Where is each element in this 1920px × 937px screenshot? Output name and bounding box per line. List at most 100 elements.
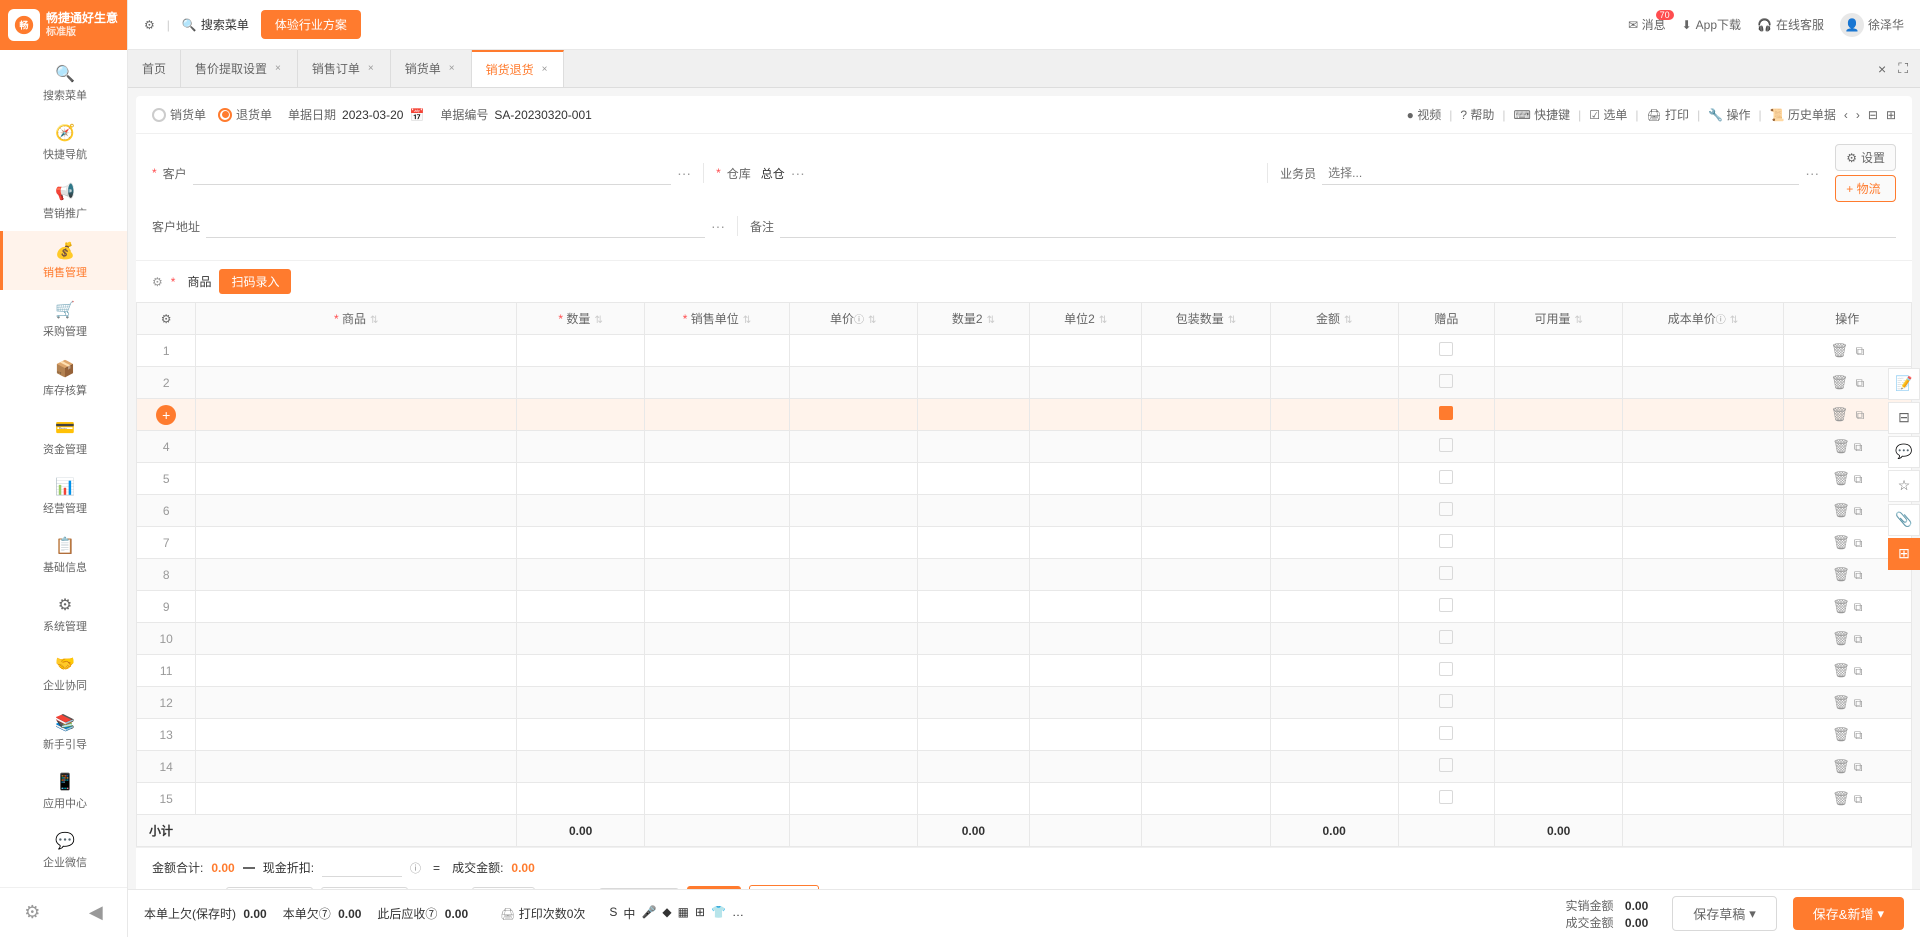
tool-6[interactable]: ⊞ xyxy=(695,905,705,922)
delete-add-row-btn[interactable]: 🗑 xyxy=(1830,406,1848,422)
copy-row-11-btn[interactable]: ⧉ xyxy=(1854,664,1863,678)
gift-checkbox-11[interactable] xyxy=(1439,662,1453,676)
discount-input[interactable] xyxy=(322,858,402,877)
copy-row-1-btn[interactable]: ⧉ xyxy=(1856,344,1865,358)
copy-row-5-btn[interactable]: ⧉ xyxy=(1854,472,1863,486)
delete-row-15-btn[interactable]: 🗑 xyxy=(1832,790,1850,806)
add-row-btn-cell[interactable]: + xyxy=(137,399,196,431)
gift-checkbox-9[interactable] xyxy=(1439,598,1453,612)
gift-cell-1[interactable] xyxy=(1398,335,1494,367)
sidebar-item-sales[interactable]: 💰 销售管理 xyxy=(0,231,127,290)
copy-row-10-btn[interactable]: ⧉ xyxy=(1854,632,1863,646)
copy-row-4-btn[interactable]: ⧉ xyxy=(1854,440,1863,454)
copy-row-14-btn[interactable]: ⧉ xyxy=(1854,760,1863,774)
scan-input-btn[interactable]: 扫码录入 xyxy=(219,269,291,294)
tool-8[interactable]: … xyxy=(732,905,744,922)
tab-close-all-btn[interactable]: × xyxy=(1874,57,1890,81)
cost-cell-add[interactable] xyxy=(1623,399,1783,431)
gear-header-icon[interactable]: ⚙ xyxy=(161,312,172,326)
customer-dots-btn[interactable]: ··· xyxy=(677,165,691,181)
radio-sale[interactable]: 销货单 xyxy=(152,106,206,123)
user-avatar-btn[interactable]: 👤 徐泽华 xyxy=(1840,13,1904,37)
price-cell-1[interactable] xyxy=(789,335,917,367)
staff-dots-btn[interactable]: ··· xyxy=(1805,165,1819,181)
sidebar-item-app[interactable]: 📱 应用中心 xyxy=(0,762,127,821)
tab-sale-slip[interactable]: 销货单 × xyxy=(391,50,472,88)
copy-add-row-btn[interactable]: ⧉ xyxy=(1856,408,1865,422)
tab-close-sale-order[interactable]: × xyxy=(366,61,376,76)
delete-row-1-btn[interactable]: 🗑 xyxy=(1830,342,1848,358)
tab-close-sale-slip[interactable]: × xyxy=(447,61,457,76)
nav-settings[interactable]: ⚙ 搜索菜单 xyxy=(144,18,155,32)
gift-checkbox-8[interactable] xyxy=(1439,566,1453,580)
gift-checkbox-13[interactable] xyxy=(1439,726,1453,740)
operation-link[interactable]: 🔧 操作 xyxy=(1708,106,1750,123)
gift-checkbox-15[interactable] xyxy=(1439,790,1453,804)
history-link[interactable]: 📜 历史单据 xyxy=(1770,106,1836,123)
delete-row-11-btn[interactable]: 🗑 xyxy=(1832,662,1850,678)
tool-5[interactable]: ▦ xyxy=(678,905,689,922)
gift-cell-add[interactable] xyxy=(1398,399,1494,431)
sidebar-item-purchase[interactable]: 🛒 采购管理 xyxy=(0,290,127,349)
add-row-btn[interactable]: + xyxy=(156,405,176,425)
prev-record-btn[interactable]: ‹ xyxy=(1844,108,1848,122)
product-input-add[interactable] xyxy=(204,408,508,422)
remark-input[interactable] xyxy=(780,215,1896,238)
gift-checkbox-4[interactable] xyxy=(1439,438,1453,452)
unit2-cell-2[interactable] xyxy=(1030,367,1142,399)
tool-1[interactable]: S xyxy=(609,905,617,922)
next-record-btn[interactable]: › xyxy=(1856,108,1860,122)
amount-cell-2[interactable] xyxy=(1270,367,1398,399)
help-link[interactable]: ? 帮助 xyxy=(1460,106,1494,123)
exp-btn[interactable]: 体验行业方案 xyxy=(261,10,361,39)
delete-row-12-btn[interactable]: 🗑 xyxy=(1832,694,1850,710)
delete-row-10-btn[interactable]: 🗑 xyxy=(1832,630,1850,646)
gift-checkbox-1[interactable] xyxy=(1439,342,1453,356)
product-cell-1[interactable] xyxy=(196,335,517,367)
select-slip-link[interactable]: ☑ 选单 xyxy=(1589,106,1627,123)
sidebar-settings-btn[interactable]: ⚙ xyxy=(18,896,46,929)
right-tool-star-btn[interactable]: ☆ xyxy=(1888,470,1920,502)
sort-unit2-icon[interactable]: ⇅ xyxy=(1099,315,1107,326)
sort-product-icon[interactable]: ⇅ xyxy=(370,315,378,326)
product-cell-2[interactable] xyxy=(196,367,517,399)
copy-row-2-btn[interactable]: ⧉ xyxy=(1856,376,1865,390)
radio-return[interactable]: 退货单 xyxy=(218,106,272,123)
product-cell-add[interactable] xyxy=(196,399,517,431)
gift-checkbox-6[interactable] xyxy=(1439,502,1453,516)
gear-table-icon[interactable]: ⚙ xyxy=(152,275,163,289)
sidebar-item-marketing[interactable]: 📢 营销推广 xyxy=(0,172,127,231)
gift-checkbox-12[interactable] xyxy=(1439,694,1453,708)
sidebar-item-member[interactable]: 👤 畅会员 xyxy=(0,880,127,887)
copy-row-15-btn[interactable]: ⧉ xyxy=(1854,792,1863,806)
sidebar-item-wechat[interactable]: 💬 企业微信 xyxy=(0,821,127,880)
save-draft-btn[interactable]: 保存草稿 ▾ xyxy=(1672,896,1777,931)
sort-avail-icon[interactable]: ⇅ xyxy=(1574,315,1582,326)
calendar-icon[interactable]: 📅 xyxy=(409,108,424,122)
amount-cell-add[interactable] xyxy=(1270,399,1398,431)
tab-sale-price[interactable]: 售价提取设置 × xyxy=(181,50,298,88)
delete-row-4-btn[interactable]: 🗑 xyxy=(1832,438,1850,454)
copy-row-6-btn[interactable]: ⧉ xyxy=(1854,504,1863,518)
view-grid2-btn[interactable]: ⊞ xyxy=(1886,108,1896,122)
tool-3[interactable]: 🎤 xyxy=(641,905,656,922)
message-btn[interactable]: ✉ 70 消息 xyxy=(1628,16,1665,33)
qty2-cell-add[interactable] xyxy=(917,399,1029,431)
copy-row-13-btn[interactable]: ⧉ xyxy=(1854,728,1863,742)
avail-cell-1[interactable] xyxy=(1495,335,1623,367)
price-cell-2[interactable] xyxy=(789,367,917,399)
gift-checkbox-add[interactable] xyxy=(1439,406,1453,420)
price-cell-add[interactable] xyxy=(789,399,917,431)
cost-cell-1[interactable] xyxy=(1623,335,1783,367)
copy-row-9-btn[interactable]: ⧉ xyxy=(1854,600,1863,614)
tool-2[interactable]: 中 xyxy=(623,905,635,922)
sidebar-item-stock[interactable]: 📦 库存核算 xyxy=(0,349,127,408)
unit2-cell-1[interactable] xyxy=(1030,335,1142,367)
sidebar-item-newbie[interactable]: 📚 新手引导 xyxy=(0,703,127,762)
delete-row-9-btn[interactable]: 🗑 xyxy=(1832,598,1850,614)
qty2-cell-2[interactable] xyxy=(917,367,1029,399)
tool-7[interactable]: 👕 xyxy=(711,905,726,922)
qty-cell-add[interactable] xyxy=(516,399,644,431)
delete-row-5-btn[interactable]: 🗑 xyxy=(1832,470,1850,486)
right-tool-note-btn[interactable]: 📝 xyxy=(1888,368,1920,400)
